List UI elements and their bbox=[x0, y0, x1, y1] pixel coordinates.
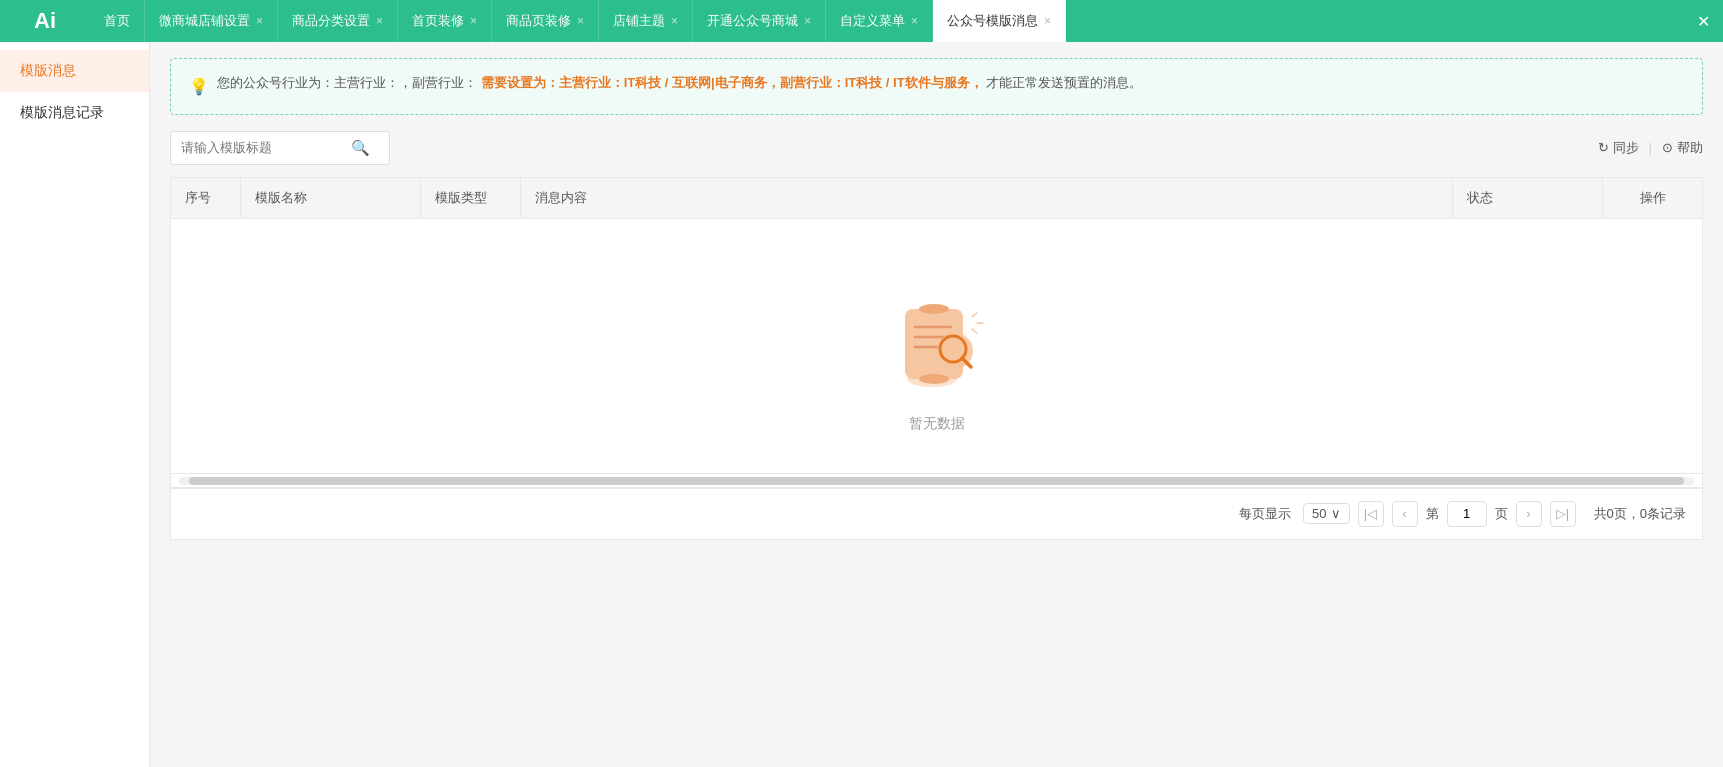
table-empty-row: 暂无数据 bbox=[171, 218, 1703, 473]
nav-tab-custom-menu[interactable]: 自定义菜单× bbox=[826, 0, 933, 42]
close-tab-shop-theme[interactable]: × bbox=[671, 14, 678, 28]
page-label: 第 bbox=[1426, 505, 1439, 523]
close-tab-open-mall[interactable]: × bbox=[804, 14, 811, 28]
last-page-button[interactable]: ▷| bbox=[1550, 501, 1576, 527]
top-nav: Ai 首页微商城店铺设置×商品分类设置×首页装修×商品页装修×店铺主题×开通公众… bbox=[0, 0, 1723, 42]
per-page-value: 50 bbox=[1312, 506, 1326, 521]
scrollbar-thumb[interactable] bbox=[189, 477, 1684, 485]
nav-tab-open-mall[interactable]: 开通公众号商城× bbox=[693, 0, 826, 42]
close-tab-micro-shop[interactable]: × bbox=[256, 14, 263, 28]
col-header-type: 模版类型 bbox=[421, 177, 521, 218]
close-tab-custom-menu[interactable]: × bbox=[911, 14, 918, 28]
col-header-content: 消息内容 bbox=[521, 177, 1453, 218]
table-header: 序号模版名称模版类型消息内容状态操作 bbox=[171, 177, 1703, 218]
nav-tab-home[interactable]: 首页 bbox=[90, 0, 145, 42]
chevron-down-icon: ∨ bbox=[1331, 506, 1341, 521]
col-header-status: 状态 bbox=[1453, 177, 1603, 218]
per-page-select[interactable]: 50 ∨ bbox=[1303, 503, 1349, 524]
sync-button[interactable]: ↻ 同步 bbox=[1598, 139, 1639, 157]
sidebar-item-template-msg[interactable]: 模版消息 bbox=[0, 50, 149, 92]
empty-text: 暂无数据 bbox=[909, 415, 965, 433]
search-actions: ↻ 同步 | ⊙ 帮助 bbox=[1598, 139, 1703, 157]
close-tab-template-msg[interactable]: × bbox=[1044, 14, 1051, 28]
sidebar-item-template-msg-record[interactable]: 模版消息记录 bbox=[0, 92, 149, 134]
prev-page-button[interactable]: ‹ bbox=[1392, 501, 1418, 527]
scrollbar-row[interactable] bbox=[170, 474, 1703, 488]
app-logo: Ai bbox=[0, 0, 90, 42]
empty-illustration bbox=[877, 279, 997, 399]
notice-box: 💡 您的公众号行业为：主营行业：，副营行业： 需要设置为：主营行业：IT科技 /… bbox=[170, 58, 1703, 115]
notice-text: 您的公众号行业为：主营行业：，副营行业： 需要设置为：主营行业：IT科技 / 互… bbox=[217, 73, 1142, 94]
search-input-wrap: 🔍 bbox=[170, 131, 390, 165]
per-page-label: 每页显示 bbox=[1239, 505, 1291, 523]
sync-icon: ↻ bbox=[1598, 140, 1609, 155]
page-unit: 页 bbox=[1495, 505, 1508, 523]
svg-point-8 bbox=[919, 304, 949, 314]
sidebar: 模版消息模版消息记录 bbox=[0, 42, 150, 767]
svg-point-9 bbox=[919, 374, 949, 384]
page-input[interactable] bbox=[1447, 501, 1487, 527]
pagination: 每页显示 50 ∨ |◁ ‹ 第 页 › ▷| 共0页，0条记录 bbox=[170, 488, 1703, 540]
col-header-name: 模版名称 bbox=[241, 177, 421, 218]
search-input[interactable] bbox=[181, 140, 351, 155]
nav-tab-product-category[interactable]: 商品分类设置× bbox=[278, 0, 398, 42]
data-table: 序号模版名称模版类型消息内容状态操作 bbox=[170, 177, 1703, 474]
close-tab-product-category[interactable]: × bbox=[376, 14, 383, 28]
nav-tab-product-decor[interactable]: 商品页装修× bbox=[492, 0, 599, 42]
search-bar: 🔍 ↻ 同步 | ⊙ 帮助 bbox=[170, 131, 1703, 165]
close-tab-home-decor[interactable]: × bbox=[470, 14, 477, 28]
divider: | bbox=[1649, 140, 1652, 155]
notice-highlight: 需要设置为：主营行业：IT科技 / 互联网|电子商务，副营行业：IT科技 / I… bbox=[481, 75, 983, 90]
col-header-index: 序号 bbox=[171, 177, 241, 218]
scrollbar-track bbox=[179, 477, 1694, 485]
nav-tab-template-msg[interactable]: 公众号模版消息× bbox=[933, 0, 1066, 42]
nav-tab-shop-theme[interactable]: 店铺主题× bbox=[599, 0, 693, 42]
close-all-button[interactable]: ✕ bbox=[1683, 0, 1723, 42]
close-tab-product-decor[interactable]: × bbox=[577, 14, 584, 28]
first-page-button[interactable]: |◁ bbox=[1358, 501, 1384, 527]
svg-line-12 bbox=[972, 329, 977, 333]
notice-icon: 💡 bbox=[189, 74, 209, 100]
svg-line-10 bbox=[972, 313, 977, 317]
nav-tabs: 首页微商城店铺设置×商品分类设置×首页装修×商品页装修×店铺主题×开通公众号商城… bbox=[90, 0, 1683, 42]
main-layout: 模版消息模版消息记录 💡 您的公众号行业为：主营行业：，副营行业： 需要设置为：… bbox=[0, 42, 1723, 767]
content-area: 💡 您的公众号行业为：主营行业：，副营行业： 需要设置为：主营行业：IT科技 /… bbox=[150, 42, 1723, 767]
col-header-action: 操作 bbox=[1603, 177, 1703, 218]
empty-state: 暂无数据 bbox=[171, 219, 1702, 473]
nav-tab-micro-shop[interactable]: 微商城店铺设置× bbox=[145, 0, 278, 42]
nav-tab-home-decor[interactable]: 首页装修× bbox=[398, 0, 492, 42]
help-button[interactable]: ⊙ 帮助 bbox=[1662, 139, 1703, 157]
help-icon: ⊙ bbox=[1662, 140, 1673, 155]
search-icon[interactable]: 🔍 bbox=[351, 139, 370, 157]
next-page-button[interactable]: › bbox=[1516, 501, 1542, 527]
total-info: 共0页，0条记录 bbox=[1594, 505, 1686, 523]
